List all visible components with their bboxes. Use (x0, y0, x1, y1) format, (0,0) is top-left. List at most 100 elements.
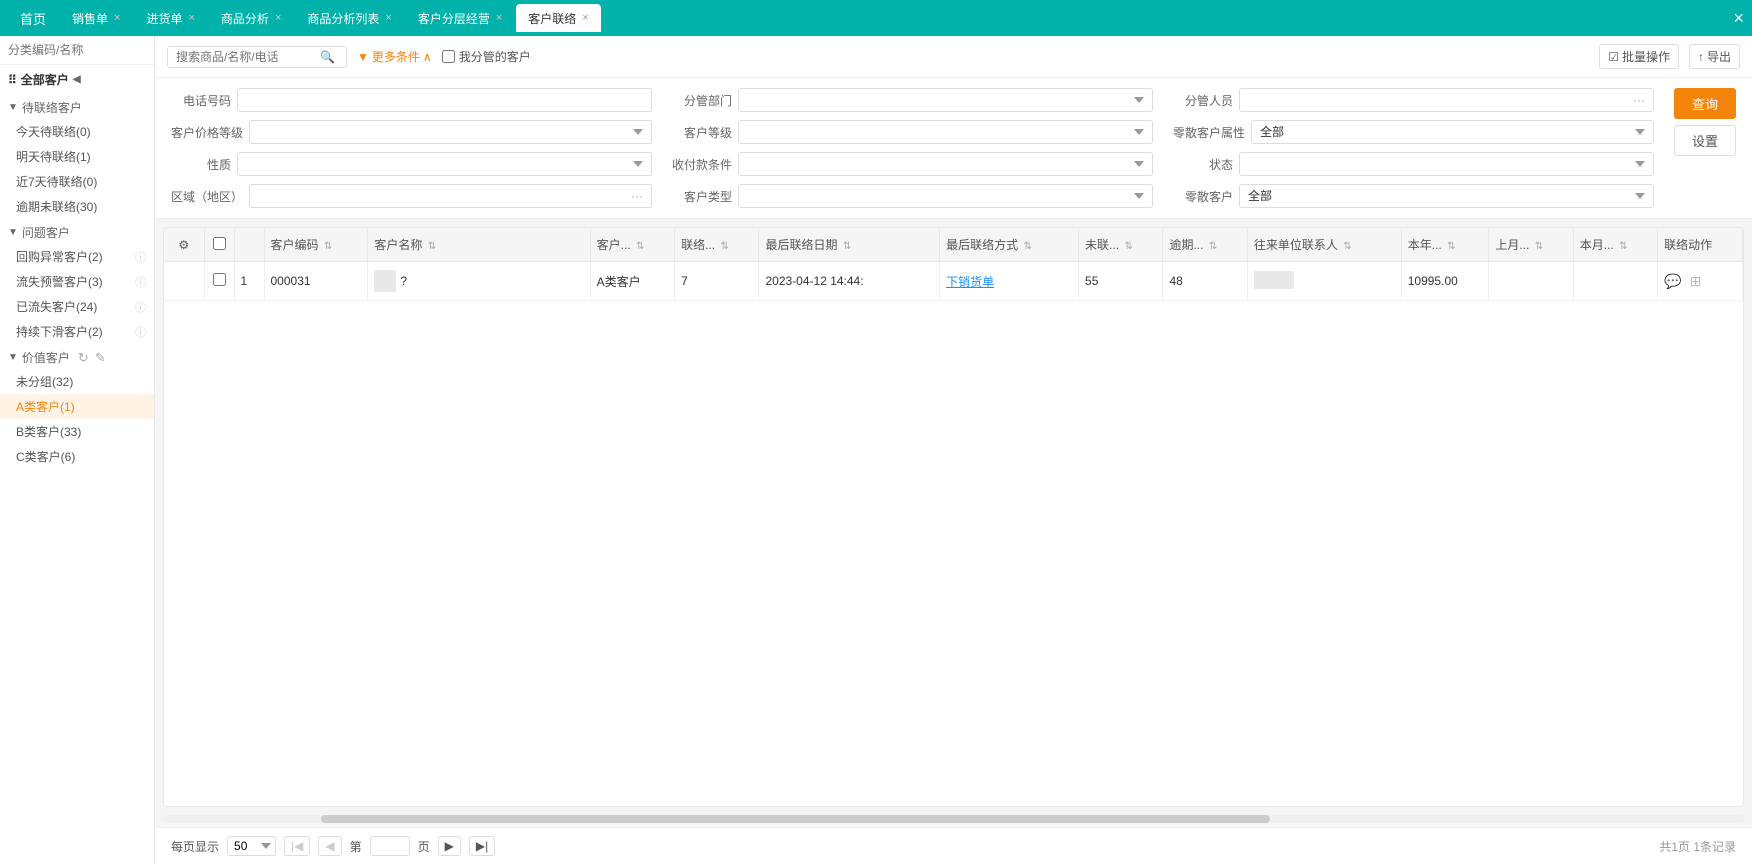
dept-select[interactable] (738, 88, 1153, 112)
export-button[interactable]: ↑ 导出 (1689, 44, 1740, 69)
tab-purchase[interactable]: 进货单 × (134, 4, 206, 32)
row-this-month (1573, 262, 1657, 301)
sidebar-item-today[interactable]: 今天待联络(0) (0, 119, 154, 144)
col-last-contact-date[interactable]: 最后联络日期 ⇅ (759, 228, 940, 262)
col-this-month[interactable]: 本月... ⇅ (1573, 228, 1657, 262)
close-goods-list-tab[interactable]: × (385, 12, 391, 24)
sidebar-item-b-class[interactable]: B类客户(33) (0, 419, 154, 444)
sidebar-item-repurchase[interactable]: 回购异常客户(2) ⓘ (0, 244, 154, 269)
page-number-input[interactable]: 1 (370, 836, 410, 856)
sort-year-icon: ⇅ (1447, 241, 1455, 252)
sort-unit-icon: ⇅ (1343, 241, 1351, 252)
region-input[interactable]: ··· (249, 184, 652, 208)
select-all-checkbox[interactable] (213, 237, 226, 250)
row-actions: 💬 ⊞ (1658, 262, 1743, 301)
last-page-button[interactable]: ▶| (469, 836, 495, 856)
phone-input[interactable] (237, 88, 652, 112)
refresh-icon[interactable]: ↻ (78, 350, 89, 366)
tab-goods-analysis-list[interactable]: 商品分析列表 × (295, 4, 403, 32)
close-goods-analysis-tab[interactable]: × (275, 12, 281, 24)
customer-type-select[interactable] (738, 184, 1153, 208)
row-contact-count: 7 (675, 262, 759, 301)
arrow-down-icon2: ▼ (8, 227, 18, 238)
filter-payment: 收付款条件 (672, 152, 1153, 176)
prev-page-button[interactable]: ◀ (318, 836, 341, 856)
sort-method-icon: ⇅ (1023, 241, 1031, 252)
col-overdue[interactable]: 逾期... ⇅ (1163, 228, 1247, 262)
sidebar-search-area: 🔍 (0, 36, 154, 65)
row-select-checkbox[interactable] (213, 273, 226, 286)
col-unit-contact[interactable]: 往来单位联系人 ⇅ (1247, 228, 1401, 262)
col-no-contact[interactable]: 未联... ⇅ (1079, 228, 1163, 262)
edit-icon[interactable]: ✎ (95, 350, 106, 366)
sidebar-item-overdue[interactable]: 逾期未联络(30) (0, 194, 154, 219)
collapse-icon: ◀ (73, 74, 81, 85)
batch-op-button[interactable]: ☑ 批量操作 (1599, 44, 1679, 69)
col-gear[interactable]: ⚙ (164, 228, 204, 262)
scatter-customer-select[interactable]: 全部 (1239, 184, 1654, 208)
close-all-button[interactable]: × (1733, 8, 1744, 29)
col-name[interactable]: 客户名称 ⇅ (368, 228, 590, 262)
sidebar-item-c-class[interactable]: C类客户(6) (0, 444, 154, 469)
sidebar-item-churn-warning[interactable]: 流失预警客户(3) ⓘ (0, 269, 154, 294)
sidebar-item-tomorrow[interactable]: 明天待联络(1) (0, 144, 154, 169)
row-last-month (1489, 262, 1573, 301)
close-contact-tab[interactable]: × (582, 12, 588, 24)
row-overdue: 48 (1163, 262, 1247, 301)
row-gear (164, 262, 204, 301)
tab-customer-contact[interactable]: 客户联络 × (516, 4, 600, 32)
tab-goods-analysis[interactable]: 商品分析 × (209, 4, 293, 32)
tab-customer-segment[interactable]: 客户分层经营 × (406, 4, 514, 32)
filter-search-icon[interactable]: 🔍 (320, 50, 335, 64)
row-no-contact: 55 (1079, 262, 1163, 301)
filter-more-btn[interactable]: ▼ 更多条件 ∧ (357, 48, 432, 65)
col-last-contact-method[interactable]: 最后联络方式 ⇅ (940, 228, 1079, 262)
pending-contact-group[interactable]: ▼ 待联络客户 (0, 94, 154, 119)
col-contact-count[interactable]: 联络... ⇅ (675, 228, 759, 262)
close-purchase-tab[interactable]: × (188, 12, 194, 24)
unit-contact-avatar (1254, 271, 1294, 289)
customer-table: ⚙ 客户编码 ⇅ 客户名称 ⇅ (164, 228, 1743, 301)
sidebar-item-7days[interactable]: 近7天待联络(0) (0, 169, 154, 194)
customer-level-select[interactable] (738, 120, 1153, 144)
sidebar-item-a-class[interactable]: A类客户(1) (0, 394, 154, 419)
payment-select[interactable] (738, 152, 1153, 176)
col-last-month[interactable]: 上月... ⇅ (1489, 228, 1573, 262)
next-page-button[interactable]: ▶ (438, 836, 461, 856)
col-this-year[interactable]: 本年... ⇅ (1401, 228, 1489, 262)
col-type[interactable]: 客户... ⇅ (590, 228, 674, 262)
manager-input[interactable]: ··· (1239, 88, 1654, 112)
sort-type-icon: ⇅ (636, 241, 644, 252)
status-select[interactable] (1239, 152, 1654, 176)
value-customers-group[interactable]: ▼ 价值客户 ↻ ✎ (0, 344, 154, 369)
tab-sales[interactable]: 销售单 × (60, 4, 132, 32)
problem-customers-group[interactable]: ▼ 问题客户 (0, 219, 154, 244)
nature-select[interactable] (237, 152, 652, 176)
settings-button[interactable]: 设置 (1674, 125, 1736, 156)
query-button[interactable]: 查询 (1674, 88, 1736, 119)
price-level-select[interactable] (249, 120, 652, 144)
sort-name-icon: ⇅ (428, 241, 436, 252)
col-code[interactable]: 客户编码 ⇅ (264, 228, 368, 262)
customer-table-area: ⚙ 客户编码 ⇅ 客户名称 ⇅ (163, 227, 1744, 807)
sidebar-item-churned[interactable]: 已流失客户(24) ⓘ (0, 294, 154, 319)
page-size-select[interactable]: 50 100 200 (227, 836, 276, 856)
action-chat-icon[interactable]: 💬 (1664, 273, 1681, 290)
scatter-attr-select[interactable]: 全部 (1251, 120, 1654, 144)
first-page-button[interactable]: |◀ (284, 836, 310, 856)
row-last-contact-method[interactable]: 下销货单 (940, 262, 1079, 301)
sidebar-search-input[interactable] (8, 43, 155, 57)
sort-contact-count-icon: ⇅ (720, 241, 728, 252)
close-sales-tab[interactable]: × (114, 12, 120, 24)
sidebar-item-declining[interactable]: 持续下滑客户(2) ⓘ (0, 319, 154, 344)
row-last-contact-date: 2023-04-12 14:44: (759, 262, 940, 301)
sidebar-item-ungrouped[interactable]: 未分组(32) (0, 369, 154, 394)
close-segment-tab[interactable]: × (496, 12, 502, 24)
action-qr-icon[interactable]: ⊞ (1690, 273, 1702, 290)
filter-search-input[interactable] (176, 50, 316, 64)
sort-code-icon: ⇅ (324, 241, 332, 252)
filter-row-3: 性质 收付款条件 状态 (171, 152, 1654, 176)
all-customers-header[interactable]: ⠿ 全部客户 ◀ (0, 65, 154, 94)
nav-home[interactable]: 首页 (8, 9, 58, 28)
my-customers-checkbox[interactable] (442, 50, 455, 63)
